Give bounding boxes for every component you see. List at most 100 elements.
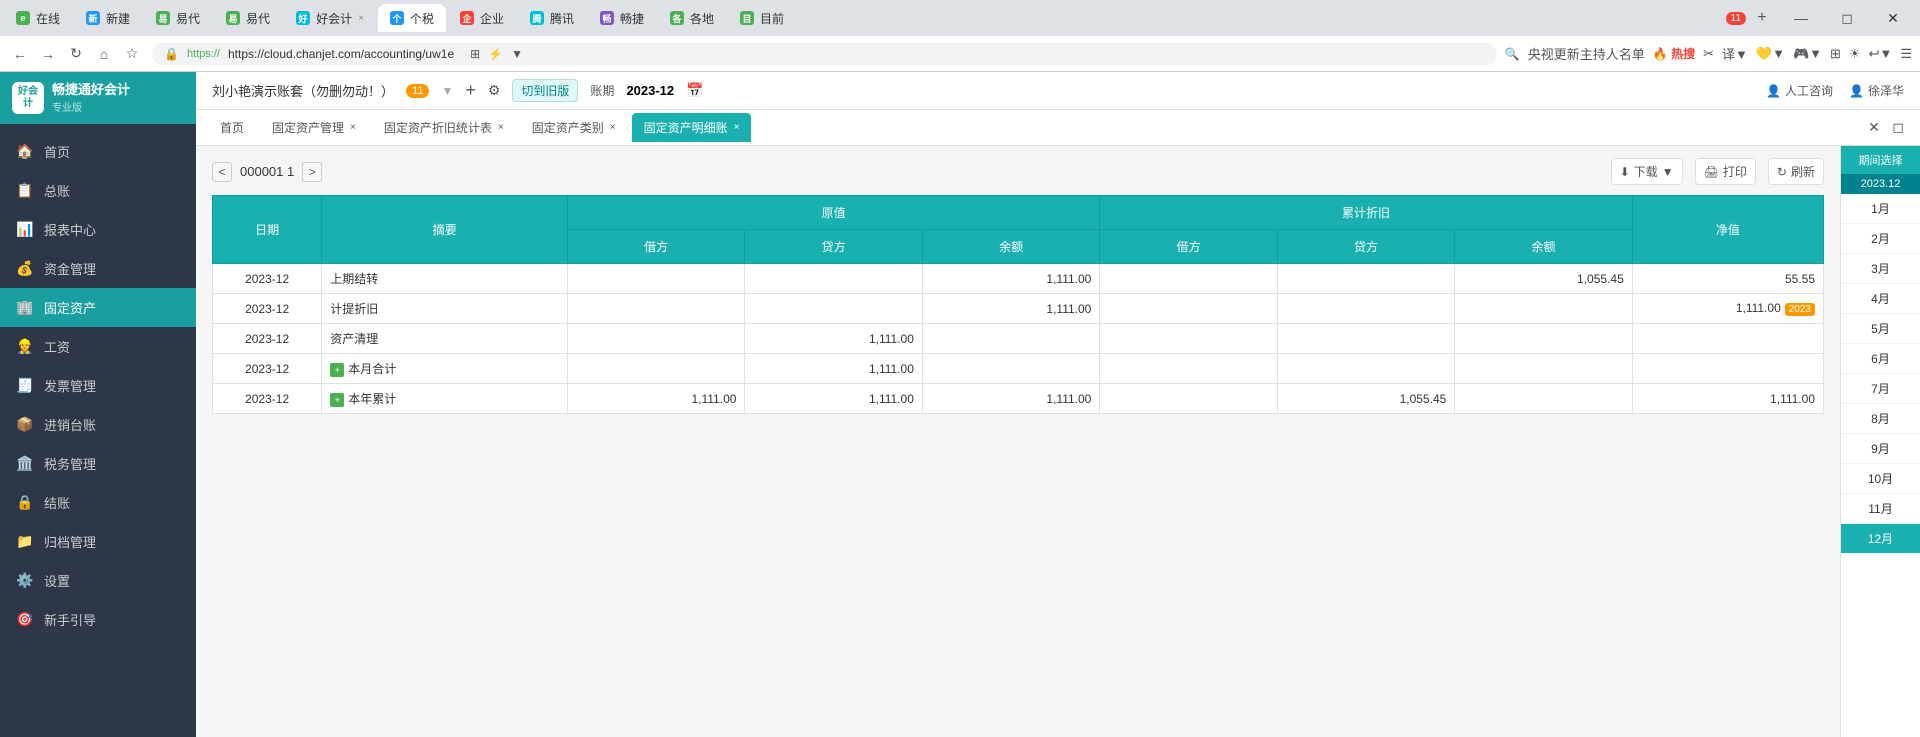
page-tab-asset-detail[interactable]: 固定资产明细账× [632,113,752,142]
sidebar-item-tax[interactable]: 🏛️税务管理 [0,444,196,483]
period-month-7月[interactable]: 7月 [1841,374,1920,404]
period-month-8月[interactable]: 8月 [1841,404,1920,434]
minimize-button[interactable]: — [1778,0,1824,36]
tab-close-icon[interactable]: × [358,13,364,24]
table-cell: 2023-12 [213,384,322,414]
sidebar-item-label: 资金管理 [44,259,96,278]
download-button[interactable]: ⬇ 下载 ▼ [1611,158,1683,185]
browser-tab-t11[interactable]: 目目前 [728,4,796,32]
dropdown-arrow[interactable]: ▼ [441,84,453,98]
period-month-2月[interactable]: 2月 [1841,224,1920,254]
add-account-button[interactable]: + [465,80,476,101]
period-month-12月[interactable]: 12月 [1841,524,1920,554]
tab-favicon: 畅 [600,11,614,25]
period-month-11月[interactable]: 11月 [1841,494,1920,524]
sidebar-item-salary[interactable]: 👷工资 [0,327,196,366]
browser-tab-t1[interactable]: e在线 [4,4,72,32]
tab-expand-button[interactable]: ◻ [1888,118,1908,138]
game-icon[interactable]: 🎮▼ [1793,46,1822,62]
page-tab-fixed-asset-mgmt[interactable]: 固定资产管理× [260,113,368,142]
scissors-icon[interactable]: ✂ [1703,46,1714,62]
next-page-button[interactable]: > [302,162,322,182]
calendar-icon[interactable]: 📅 [686,82,703,99]
sidebar-item-home[interactable]: 🏠首页 [0,132,196,171]
translate-icon[interactable]: 译▼ [1722,44,1748,63]
period-month-9月[interactable]: 9月 [1841,434,1920,464]
tab-collapse-button[interactable]: ✕ [1864,118,1884,138]
page-tab-depreciation-stats[interactable]: 固定资产折旧统计表× [372,113,516,142]
tab-label: 各地 [690,10,714,27]
prev-page-button[interactable]: < [212,162,232,182]
table-cell [567,354,744,384]
col-net-value: 净值 [1632,196,1823,264]
download-icon: ⬇ [1620,165,1630,179]
switch-version-button[interactable]: 切到旧版 [512,79,578,102]
page-tab-asset-category[interactable]: 固定资产类别× [520,113,628,142]
reload-button[interactable]: ↻ [64,42,88,66]
browser-tab-t6[interactable]: 个个税 [378,4,446,32]
grid-icon[interactable]: ⊞ [1830,46,1841,62]
sidebar: 好会计 畅捷通好会计 专业版 🏠首页📋总账📊报表中心💰资金管理🏢固定资产👷工资🧾… [0,72,196,737]
summary-expand-icon[interactable]: + [330,363,344,377]
page-tab-close-icon[interactable]: × [734,122,740,133]
sidebar-item-fixed-assets[interactable]: 🏢固定资产 [0,288,196,327]
sidebar-item-settings[interactable]: ⚙️设置 [0,561,196,600]
browser-tab-t8[interactable]: 腾腾讯 [518,4,586,32]
dropdown-icon[interactable]: ▼ [511,47,523,61]
forward-button[interactable]: → [36,42,60,66]
table-cell [567,324,744,354]
page-tab-home-tab[interactable]: 首页 [208,113,256,142]
sidebar-item-guide[interactable]: 🎯新手引导 [0,600,196,639]
customer-service-button[interactable]: 👤 人工咨询 [1766,82,1833,99]
sidebar-header: 好会计 畅捷通好会计 专业版 [0,72,196,124]
browser-tab-t7[interactable]: 企企业 [448,4,516,32]
page-tab-close-icon[interactable]: × [350,122,356,133]
period-month-10月[interactable]: 10月 [1841,464,1920,494]
brightness-icon[interactable]: ☀ [1849,46,1861,62]
refresh-button[interactable]: ↻ 刷新 [1768,158,1824,185]
period-month-6月[interactable]: 6月 [1841,344,1920,374]
sidebar-item-label: 归档管理 [44,532,96,551]
period-month-1月[interactable]: 1月 [1841,194,1920,224]
pagination: < 000001 1 > [212,162,322,182]
user-button[interactable]: 👤 徐泽华 [1849,82,1904,99]
browser-tab-t5[interactable]: 好好会计× [284,4,376,32]
tab-label: 畅捷 [620,10,644,27]
new-tab-button[interactable]: + [1748,4,1776,32]
settings-button[interactable]: ⚙ [488,82,501,99]
page-tab-close-icon[interactable]: × [498,122,504,133]
browser-tab-t3[interactable]: 易易代 [144,4,212,32]
page-tab-close-icon[interactable]: × [610,122,616,133]
home-button[interactable]: ⌂ [92,42,116,66]
back-button[interactable]: ← [8,42,32,66]
sidebar-item-invoice[interactable]: 🧾发票管理 [0,366,196,405]
col-accum-balance: 余额 [1455,230,1632,264]
sidebar-item-closing[interactable]: 🔒结账 [0,483,196,522]
browser-tab-t9[interactable]: 畅畅捷 [588,4,656,32]
browser-tab-t10[interactable]: 各各地 [658,4,726,32]
hot-search-label[interactable]: 🔥 热搜 [1653,45,1695,62]
table-cell: 1,111.002023 [1632,294,1823,324]
wallet-icon[interactable]: 💛▼ [1756,46,1785,62]
menu-icon[interactable]: ☰ [1900,46,1912,62]
sidebar-item-purchase-sales[interactable]: 📦进销台账 [0,405,196,444]
close-browser-button[interactable]: ✕ [1870,0,1916,36]
period-month-5月[interactable]: 5月 [1841,314,1920,344]
restore-button[interactable]: ◻ [1824,0,1870,36]
period-month-3月[interactable]: 3月 [1841,254,1920,284]
url-display[interactable]: https://cloud.chanjet.com/accounting/uw1… [228,47,454,61]
undo-icon[interactable]: ↩▼ [1869,46,1893,62]
sidebar-item-ledger[interactable]: 📋总账 [0,171,196,210]
notification-badge: 11 [1726,12,1746,25]
bookmark-button[interactable]: ☆ [120,42,144,66]
browser-tab-t4[interactable]: 易易代 [214,4,282,32]
sidebar-item-label: 报表中心 [44,220,96,239]
sidebar-item-archive[interactable]: 📁归档管理 [0,522,196,561]
summary-expand-icon[interactable]: + [330,393,344,407]
print-button[interactable]: 🖨 打印 [1695,158,1756,185]
sidebar-item-funds[interactable]: 💰资金管理 [0,249,196,288]
period-month-4月[interactable]: 4月 [1841,284,1920,314]
sidebar-item-reports[interactable]: 📊报表中心 [0,210,196,249]
table-cell: 上期结转 [322,264,568,294]
browser-tab-t2[interactable]: 新新建 [74,4,142,32]
